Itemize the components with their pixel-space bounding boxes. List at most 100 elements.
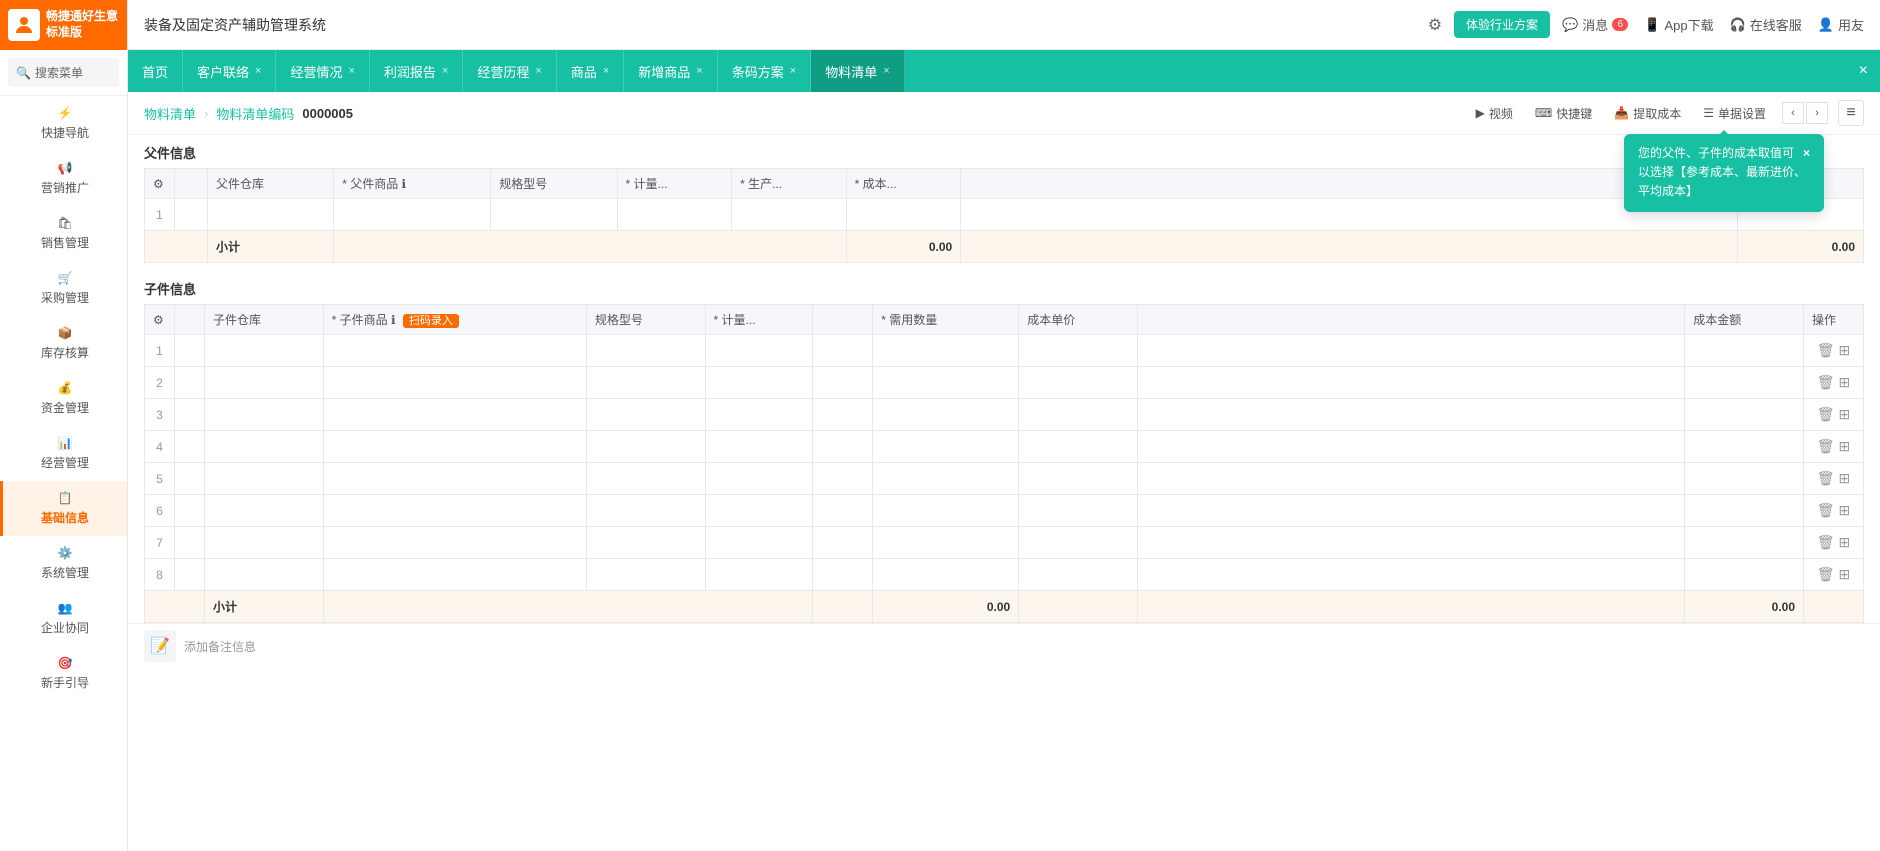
child-cell-goods-3[interactable] bbox=[323, 399, 586, 431]
sidebar-item-purchase[interactable]: 🛒 采购管理 bbox=[0, 261, 127, 316]
child-cell-unit-6[interactable] bbox=[705, 495, 813, 527]
parent-cell-unit-1[interactable] bbox=[617, 199, 732, 231]
child-cell-qty-1[interactable] bbox=[873, 335, 1019, 367]
parent-cell-cost-1[interactable] bbox=[846, 199, 961, 231]
sidebar-item-finance[interactable]: 💰 资金管理 bbox=[0, 371, 127, 426]
child-cell-qty-3[interactable] bbox=[873, 399, 1019, 431]
delete-icon-2[interactable]: 🗑 bbox=[1817, 374, 1835, 391]
child-cell-spec-1[interactable] bbox=[586, 335, 705, 367]
copy-icon-7[interactable]: ⊞ bbox=[1839, 534, 1851, 551]
shortcut-btn[interactable]: ⌨ 快捷键 bbox=[1529, 102, 1598, 125]
tab-profit-close[interactable]: × bbox=[442, 65, 448, 77]
grid-view-btn[interactable]: ≡ bbox=[1838, 100, 1864, 126]
sidebar-item-enterprise[interactable]: 👥 企业协同 bbox=[0, 591, 127, 646]
child-cell-unit-cost-1[interactable] bbox=[1019, 335, 1138, 367]
parent-cell-goods-1[interactable] bbox=[334, 199, 491, 231]
child-cell-spec-4[interactable] bbox=[586, 431, 705, 463]
tab-bom[interactable]: 物料清单 × bbox=[811, 50, 904, 92]
extract-cost-btn[interactable]: 📥 提取成本 bbox=[1608, 102, 1687, 125]
add-note-icon[interactable]: 📝 bbox=[144, 630, 176, 662]
sidebar-item-sales[interactable]: 🛍 销售管理 bbox=[0, 206, 127, 261]
breadcrumb-parent[interactable]: 物料清单 bbox=[144, 104, 196, 123]
child-cell-unit-4[interactable] bbox=[705, 431, 813, 463]
copy-icon-8[interactable]: ⊞ bbox=[1839, 566, 1851, 583]
copy-icon-1[interactable]: ⊞ bbox=[1839, 342, 1851, 359]
delete-icon-6[interactable]: 🗑 bbox=[1817, 502, 1835, 519]
child-cell-unit-2[interactable] bbox=[705, 367, 813, 399]
parent-cell-spec-1[interactable] bbox=[491, 199, 617, 231]
copy-icon-2[interactable]: ⊞ bbox=[1839, 374, 1851, 391]
tab-profit[interactable]: 利润报告 × bbox=[370, 50, 463, 92]
child-cell-spec-7[interactable] bbox=[586, 527, 705, 559]
tab-add-goods[interactable]: 新增商品 × bbox=[624, 50, 717, 92]
child-cell-warehouse-6[interactable] bbox=[205, 495, 324, 527]
tab-customers[interactable]: 客户联络 × bbox=[183, 50, 276, 92]
child-cell-unit-7[interactable] bbox=[705, 527, 813, 559]
scan-badge[interactable]: 扫码录入 bbox=[403, 314, 459, 328]
trial-btn[interactable]: 体验行业方案 bbox=[1454, 11, 1550, 38]
child-cell-spec-6[interactable] bbox=[586, 495, 705, 527]
tab-history-close[interactable]: × bbox=[535, 65, 541, 77]
search-menu-button[interactable]: 🔍 搜索菜单 bbox=[8, 58, 119, 87]
child-cell-unit-cost-2[interactable] bbox=[1019, 367, 1138, 399]
sidebar-item-system[interactable]: ⚙️ 系统管理 bbox=[0, 536, 127, 591]
child-cell-unit-cost-5[interactable] bbox=[1019, 463, 1138, 495]
child-cell-warehouse-3[interactable] bbox=[205, 399, 324, 431]
sidebar-item-quick-nav[interactable]: ⚡ 快捷导航 bbox=[0, 96, 127, 151]
tab-goods-close[interactable]: × bbox=[603, 65, 609, 77]
delete-icon-7[interactable]: 🗑 bbox=[1817, 534, 1835, 551]
child-cell-qty-8[interactable] bbox=[873, 559, 1019, 591]
tab-barcode[interactable]: 条码方案 × bbox=[718, 50, 811, 92]
sidebar-item-guide[interactable]: 🎯 新手引导 bbox=[0, 646, 127, 701]
tab-bom-close[interactable]: × bbox=[883, 65, 889, 77]
child-cell-warehouse-4[interactable] bbox=[205, 431, 324, 463]
delete-icon-8[interactable]: 🗑 bbox=[1817, 566, 1835, 583]
child-cell-spec-5[interactable] bbox=[586, 463, 705, 495]
child-cell-unit-3[interactable] bbox=[705, 399, 813, 431]
child-cell-unit-cost-7[interactable] bbox=[1019, 527, 1138, 559]
tab-barcode-close[interactable]: × bbox=[790, 65, 796, 77]
child-cell-goods-4[interactable] bbox=[323, 431, 586, 463]
sidebar-item-operations[interactable]: 📊 经营管理 bbox=[0, 426, 127, 481]
sidebar-item-basic-info[interactable]: 📋 基础信息 bbox=[0, 481, 127, 536]
child-cell-unit-cost-4[interactable] bbox=[1019, 431, 1138, 463]
child-cell-goods-8[interactable] bbox=[323, 559, 586, 591]
child-cell-goods-2[interactable] bbox=[323, 367, 586, 399]
delete-icon-5[interactable]: 🗑 bbox=[1817, 470, 1835, 487]
child-cell-qty-5[interactable] bbox=[873, 463, 1019, 495]
tab-history[interactable]: 经营历程 × bbox=[463, 50, 556, 92]
tab-goods[interactable]: 商品 × bbox=[557, 50, 624, 92]
child-cell-spec-3[interactable] bbox=[586, 399, 705, 431]
child-cell-warehouse-5[interactable] bbox=[205, 463, 324, 495]
child-cell-qty-7[interactable] bbox=[873, 527, 1019, 559]
single-settings-btn[interactable]: ☰ 单据设置 bbox=[1697, 102, 1772, 125]
tab-customers-close[interactable]: × bbox=[255, 65, 261, 77]
prev-arrow[interactable]: ‹ bbox=[1782, 102, 1804, 124]
tooltip-close-btn[interactable]: × bbox=[1803, 144, 1810, 163]
copy-icon-3[interactable]: ⊞ bbox=[1839, 406, 1851, 423]
tab-add-goods-close[interactable]: × bbox=[696, 65, 702, 77]
tab-home[interactable]: 首页 bbox=[128, 50, 183, 92]
child-cell-warehouse-8[interactable] bbox=[205, 559, 324, 591]
app-download-btn[interactable]: 📱 App下载 bbox=[1644, 15, 1713, 34]
tab-nav-close[interactable]: × bbox=[1847, 50, 1880, 92]
child-cell-goods-7[interactable] bbox=[323, 527, 586, 559]
child-cell-unit-8[interactable] bbox=[705, 559, 813, 591]
delete-icon-3[interactable]: 🗑 bbox=[1817, 406, 1835, 423]
child-cell-goods-6[interactable] bbox=[323, 495, 586, 527]
child-cell-warehouse-1[interactable] bbox=[205, 335, 324, 367]
video-btn[interactable]: ▶ 视频 bbox=[1470, 102, 1519, 125]
child-cell-unit-cost-3[interactable] bbox=[1019, 399, 1138, 431]
delete-icon-1[interactable]: 🗑 bbox=[1817, 342, 1835, 359]
child-cell-qty-4[interactable] bbox=[873, 431, 1019, 463]
settings-gear-icon[interactable]: ⚙ bbox=[1428, 15, 1442, 35]
child-cell-spec-2[interactable] bbox=[586, 367, 705, 399]
child-cell-unit-5[interactable] bbox=[705, 463, 813, 495]
child-cell-warehouse-7[interactable] bbox=[205, 527, 324, 559]
child-cell-qty-6[interactable] bbox=[873, 495, 1019, 527]
child-cell-spec-8[interactable] bbox=[586, 559, 705, 591]
sidebar-item-inventory[interactable]: 📦 库存核算 bbox=[0, 316, 127, 371]
child-cell-unit-cost-6[interactable] bbox=[1019, 495, 1138, 527]
child-cell-unit-1[interactable] bbox=[705, 335, 813, 367]
copy-icon-6[interactable]: ⊞ bbox=[1839, 502, 1851, 519]
